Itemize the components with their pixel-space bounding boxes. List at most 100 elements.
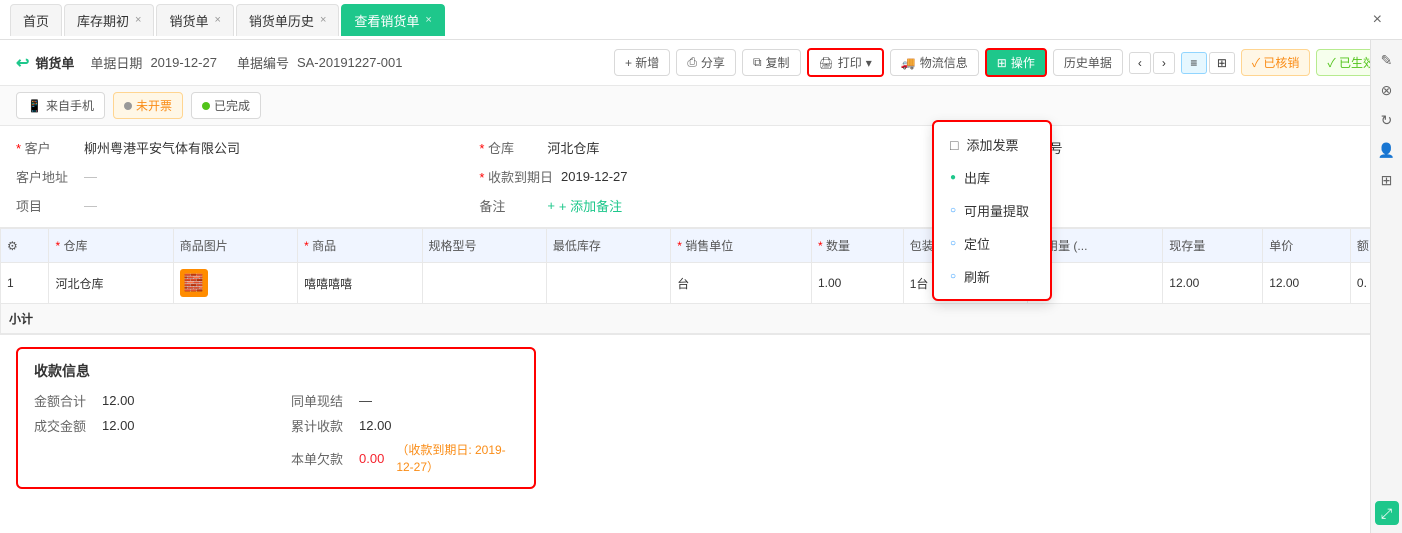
tab-sales-order-label: 销货单: [169, 11, 208, 30]
right-sidebar: ✎ ⊗ ↻ 👤 ⊞ ⤢: [1370, 40, 1402, 533]
address-row: 客户地址 —: [16, 167, 459, 186]
address-value: —: [84, 169, 97, 184]
add-remark-button[interactable]: + + 添加备注: [547, 196, 622, 215]
operation-dropdown: □ 添加发票 ● 出库 ○ 可用量提取 ○ 定位 ○ 刷新: [932, 120, 1052, 301]
row-unit: 台: [671, 263, 812, 304]
warehouse-row: 仓库 河北仓库: [479, 138, 922, 157]
outbound-icon: ●: [950, 172, 956, 183]
customer-label: 客户: [16, 138, 76, 157]
col-quantity: 数量: [811, 229, 903, 263]
sidebar-link-icon[interactable]: ⊗: [1375, 78, 1399, 102]
payment-cumulative-value: 12.00: [359, 418, 392, 433]
due-date-label: 收款到期日: [479, 167, 553, 186]
prev-arrow[interactable]: ‹: [1129, 52, 1151, 74]
history-button[interactable]: 历史单据: [1053, 49, 1123, 76]
due-date-row: 收款到期日 2019-12-27: [479, 167, 922, 186]
logistics-button[interactable]: 🚚 物流信息: [890, 49, 979, 76]
complete-dot: [202, 102, 210, 110]
sidebar-expand-icon[interactable]: ⤢: [1375, 501, 1399, 525]
table-row: 1 河北仓库 🧱 嘻嘻嘻嘻 台 1.00 1台 12.00 12.00 0.: [1, 263, 1402, 304]
print-icon: 🖨: [819, 56, 834, 70]
col-settings: ⚙: [1, 229, 49, 263]
status-sold-button[interactable]: ✓ 已核销: [1241, 49, 1311, 76]
dropdown-refresh[interactable]: ○ 刷新: [934, 260, 1050, 293]
doc-title: ↩ 销货单: [16, 53, 74, 73]
payment-transaction-label: 成交金额: [34, 416, 94, 435]
sidebar-refresh-icon[interactable]: ↻: [1375, 108, 1399, 132]
row-spec: [422, 263, 546, 304]
phone-icon: 📱: [27, 99, 42, 113]
row-image: 🧱: [173, 263, 297, 304]
col-image: 商品图片: [173, 229, 297, 263]
payment-total-row: 金额合计 12.00 成交金额 12.00: [34, 391, 261, 475]
main-content: ↩ 销货单 单据日期 2019-12-27 单据编号 SA-20191227-0…: [0, 40, 1402, 533]
doc-meta: 单据日期 2019-12-27 单据编号 SA-20191227-001: [90, 53, 402, 72]
sidebar-edit-icon[interactable]: ✎: [1375, 48, 1399, 72]
plus-icon: +: [547, 198, 555, 213]
tab-home[interactable]: 首页: [10, 4, 62, 36]
print-button[interactable]: 🖨 打印 ▾: [807, 48, 884, 77]
row-product: 嘻嘻嘻嘻: [298, 263, 422, 304]
form-section: 客户 柳州粤港平安气体有限公司 仓库 河北仓库 业务员 演示账号 客户地址 — …: [0, 126, 1402, 228]
truck-icon: 🚚: [901, 56, 916, 70]
grid-icon: ⊞: [997, 56, 1007, 70]
new-button[interactable]: + 新增: [614, 49, 670, 76]
tab-history-close[interactable]: ×: [320, 14, 326, 26]
settings-icon: ⚙: [7, 239, 18, 253]
tab-inventory[interactable]: 库存期初 ×: [64, 4, 154, 36]
grid-view-btn[interactable]: ⊞: [1209, 52, 1235, 74]
col-stock: 现存量: [1163, 229, 1263, 263]
payment-transaction-value: 12.00: [102, 418, 135, 433]
payment-right-col: 同单现结 — 累计收款 12.00 本单欠款 0.00 （收款到期日: 2019…: [291, 391, 518, 475]
copy-button[interactable]: ⧉ 复制: [742, 49, 801, 76]
address-label: 客户地址: [16, 167, 76, 186]
tab-inventory-close[interactable]: ×: [135, 14, 141, 26]
warehouse-value: 河北仓库: [547, 138, 599, 157]
tab-sales-order[interactable]: 销货单 ×: [156, 4, 233, 36]
not-opened-dot: [124, 102, 132, 110]
list-view-btn[interactable]: ≡: [1181, 52, 1207, 74]
share-button[interactable]: ⎙ 分享: [676, 49, 736, 76]
payment-section: 收款信息 金额合计 12.00 成交金额 12.00 同单现结 — 累计收款: [16, 347, 536, 489]
sidebar-export-icon[interactable]: ⊞: [1375, 168, 1399, 192]
payment-total-value: 12.00: [102, 393, 135, 408]
tab-sales-history[interactable]: 销货单历史 ×: [236, 4, 339, 36]
col-min-stock: 最低库存: [546, 229, 670, 263]
complete-button[interactable]: 已完成: [191, 92, 261, 119]
col-price: 单价: [1263, 229, 1351, 263]
window-close-button[interactable]: ×: [1363, 11, 1392, 29]
dropdown-outbound[interactable]: ● 出库: [934, 161, 1050, 194]
copy-icon: ⧉: [753, 55, 762, 70]
payment-due-info: （收款到期日: 2019-12-27）: [396, 441, 518, 475]
due-date-value: 2019-12-27: [561, 169, 628, 184]
refresh-icon: ○: [950, 271, 956, 282]
sidebar-user-icon[interactable]: 👤: [1375, 138, 1399, 162]
tab-view-sales[interactable]: 查看销货单 ×: [341, 4, 444, 36]
row-no: 1: [1, 263, 49, 304]
doc-date-value: 2019-12-27: [150, 55, 217, 70]
tab-bar: 首页 库存期初 × 销货单 × 销货单历史 × 查看销货单 × ×: [0, 0, 1402, 40]
dropdown-add-invoice[interactable]: □ 添加发票: [934, 128, 1050, 161]
payment-total-label: 金额合计: [34, 391, 94, 410]
dropdown-available-qty[interactable]: ○ 可用量提取: [934, 194, 1050, 227]
project-value: —: [84, 198, 97, 213]
dropdown-locate[interactable]: ○ 定位: [934, 227, 1050, 260]
row-warehouse: 河北仓库: [49, 263, 173, 304]
subtotal-row: 小计: [1, 304, 1402, 334]
from-phone-button[interactable]: 📱 来自手机: [16, 92, 105, 119]
customer-row: 客户 柳州粤港平安气体有限公司: [16, 138, 459, 157]
operation-button[interactable]: ⊞ 操作: [985, 48, 1047, 77]
tab-sales-close[interactable]: ×: [214, 14, 220, 26]
product-table-wrap: ⚙ 仓库 商品图片 商品 规格型号 最低库存 销售单位 数量 包装数量 可用量 …: [0, 228, 1402, 335]
subtotal-label: 小计: [1, 304, 1402, 334]
doc-number-value: SA-20191227-001: [297, 55, 403, 70]
tab-view-sales-label: 查看销货单: [354, 11, 419, 30]
payment-arrears-value: 0.00: [359, 451, 384, 466]
nav-arrows: ‹ ›: [1129, 52, 1175, 74]
not-opened-button[interactable]: 未开票: [113, 92, 183, 119]
tab-view-close[interactable]: ×: [425, 14, 431, 26]
customer-value: 柳州粤港平安气体有限公司: [84, 138, 240, 157]
next-arrow[interactable]: ›: [1153, 52, 1175, 74]
col-unit: 销售单位: [671, 229, 812, 263]
product-table: ⚙ 仓库 商品图片 商品 规格型号 最低库存 销售单位 数量 包装数量 可用量 …: [0, 228, 1402, 334]
